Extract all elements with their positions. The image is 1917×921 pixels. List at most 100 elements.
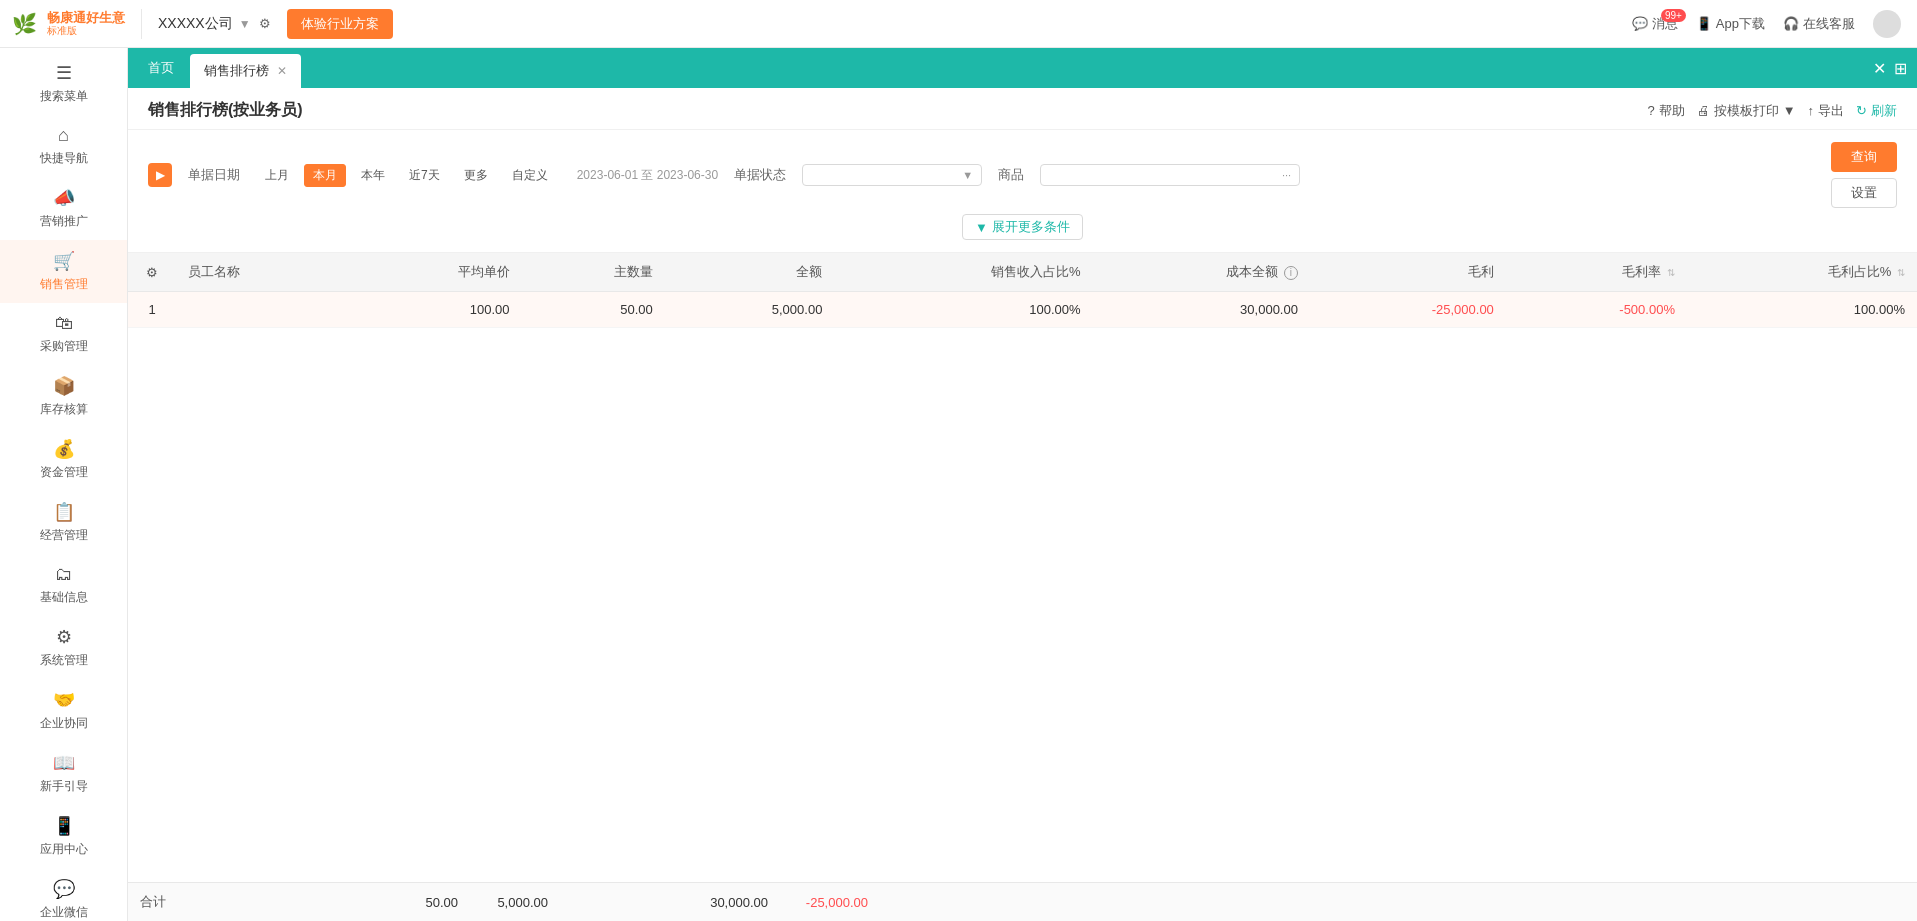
cost-info-icon[interactable]: i (1284, 266, 1298, 280)
status-select[interactable]: ▼ (802, 164, 982, 186)
expand-label: 展开更多条件 (992, 218, 1070, 236)
footer-cost: 30,000.00 (680, 895, 780, 910)
goods-more-icon[interactable]: ··· (1282, 169, 1291, 181)
date-label: 单据日期 (188, 166, 240, 184)
export-btn[interactable]: ↑ 导出 (1808, 102, 1845, 120)
page-actions: ? 帮助 🖨 按模板打印 ▼ ↑ 导出 ↻ 刷新 (1647, 102, 1897, 120)
help-label: 帮助 (1659, 102, 1685, 120)
wechat-icon: 💬 (53, 878, 75, 900)
sidebar-item-inventory[interactable]: 📦 库存核算 (0, 365, 127, 428)
print-chevron-icon: ▼ (1783, 103, 1796, 118)
download-icon: 📱 (1696, 16, 1712, 31)
message-icon: 💬 (1632, 16, 1648, 31)
sidebar-item-finance[interactable]: 💰 资金管理 (0, 428, 127, 491)
filter-right-btns: 查询 设置 (1831, 142, 1897, 208)
refresh-label: 刷新 (1871, 102, 1897, 120)
print-template-btn[interactable]: 🖨 按模板打印 ▼ (1697, 102, 1796, 120)
tab-close-all-icon[interactable]: ✕ (1873, 59, 1886, 78)
sidebar-item-basic-info[interactable]: 🗂 基础信息 (0, 554, 127, 616)
goods-select[interactable]: ··· (1040, 164, 1300, 186)
sidebar-item-quick-nav[interactable]: ⌂ 快捷导航 (0, 115, 127, 177)
expand-chevron-icon: ▼ (975, 220, 988, 235)
sidebar-label-operations: 经营管理 (40, 527, 88, 544)
cell-gross: -25,000.00 (1310, 292, 1506, 328)
date-options: 上月 本月 本年 近7天 更多 自定义 (256, 164, 557, 187)
sidebar-item-wechat[interactable]: 💬 企业微信 (0, 868, 127, 921)
date-btn-custom[interactable]: 自定义 (503, 164, 557, 187)
app-download-btn[interactable]: 📱 App下载 (1696, 15, 1765, 33)
th-gross: 毛利 (1310, 253, 1506, 292)
tab-close-icon[interactable]: ✕ (277, 64, 287, 78)
filter-collapse-btn[interactable]: ▶ (148, 163, 172, 187)
message-btn[interactable]: 💬 消息 99+ (1632, 15, 1678, 33)
settings-icon[interactable]: ⚙ (251, 10, 279, 38)
table-area: ⚙ 员工名称 平均单价 主数量 全额 销售收入占比% 成本全额 i 毛利 (128, 253, 1917, 882)
refresh-btn[interactable]: ↻ 刷新 (1856, 102, 1897, 120)
sidebar-item-marketing[interactable]: 📣 营销推广 (0, 177, 127, 240)
tab-home[interactable]: 首页 (132, 48, 190, 88)
company-chevron-icon[interactable]: ▼ (239, 17, 251, 31)
company-name: XXXXX公司 (158, 15, 233, 33)
date-btn-this-year[interactable]: 本年 (352, 164, 394, 187)
tab-restore-icon[interactable]: ⊞ (1894, 59, 1907, 78)
tab-bar-right: ✕ ⊞ (1873, 59, 1917, 78)
help-btn[interactable]: ? 帮助 (1647, 102, 1684, 120)
sidebar-label-inventory: 库存核算 (40, 401, 88, 418)
sidebar-label-basic-info: 基础信息 (40, 589, 88, 606)
sidebar-item-purchase[interactable]: 🛍 采购管理 (0, 303, 127, 365)
gross-rate-sort-icon[interactable]: ⇅ (1667, 267, 1675, 278)
sidebar-label-app-center: 应用中心 (40, 841, 88, 858)
divider (141, 9, 142, 39)
expand-btn[interactable]: ▼ 展开更多条件 (962, 214, 1083, 240)
guide-icon: 📖 (53, 752, 75, 774)
operations-icon: 📋 (53, 501, 75, 523)
cell-gross-rate: -500.00% (1506, 292, 1687, 328)
date-btn-last-7[interactable]: 近7天 (400, 164, 449, 187)
sidebar-item-sales[interactable]: 🛒 销售管理 (0, 240, 127, 303)
sidebar-label-system: 系统管理 (40, 652, 88, 669)
tab-sales-ranking[interactable]: 销售排行榜 ✕ (190, 54, 301, 88)
query-button[interactable]: 查询 (1831, 142, 1897, 172)
cell-name (176, 292, 349, 328)
online-service-label: 在线客服 (1803, 15, 1855, 33)
data-table: ⚙ 员工名称 平均单价 主数量 全额 销售收入占比% 成本全额 i 毛利 (128, 253, 1917, 328)
footer-amount: 5,000.00 (470, 895, 560, 910)
cell-sales-pct: 100.00% (834, 292, 1092, 328)
cell-cost-amount: 30,000.00 (1093, 292, 1310, 328)
footer-gross: -25,000.00 (780, 895, 880, 910)
sidebar-item-operations[interactable]: 📋 经营管理 (0, 491, 127, 554)
content-area: 首页 销售排行榜 ✕ ✕ ⊞ 销售排行榜(按业务员) ? 帮助 (128, 48, 1917, 921)
online-service-btn[interactable]: 🎧 在线客服 (1783, 15, 1855, 33)
basic-info-icon: 🗂 (55, 564, 73, 585)
user-avatar[interactable] (1873, 10, 1905, 38)
footer-cells: 50.00 5,000.00 30,000.00 -25,000.00 (190, 895, 1905, 910)
top-bar: 🌿 畅康通好生意 标准版 XXXXX公司 ▼ ⚙ 体验行业方案 💬 消息 99+… (0, 0, 1917, 48)
sidebar: ☰ 搜索菜单 ⌂ 快捷导航 📣 营销推广 🛒 销售管理 🛍 采购管理 📦 库存核… (0, 48, 128, 921)
footer-main-qty: 50.00 (390, 895, 470, 910)
sidebar-item-system[interactable]: ⚙ 系统管理 (0, 616, 127, 679)
th-amount: 全额 (665, 253, 835, 292)
sidebar-item-search[interactable]: ☰ 搜索菜单 (0, 52, 127, 115)
table-footer: 合计 50.00 5,000.00 30,000.00 -25,000.00 (128, 882, 1917, 921)
sidebar-label-wechat: 企业微信 (40, 904, 88, 921)
trial-button[interactable]: 体验行业方案 (287, 9, 393, 39)
export-icon: ↑ (1808, 103, 1815, 118)
cell-main-qty: 50.00 (522, 292, 665, 328)
settings-button[interactable]: 设置 (1831, 178, 1897, 208)
th-rank: ⚙ (128, 253, 176, 292)
gear-icon[interactable]: ⚙ (146, 265, 158, 280)
th-main-qty: 主数量 (522, 253, 665, 292)
date-btn-more[interactable]: 更多 (455, 164, 497, 187)
sidebar-item-enterprise[interactable]: 🤝 企业协同 (0, 679, 127, 742)
sidebar-item-app-center[interactable]: 📱 应用中心 (0, 805, 127, 868)
company-selector[interactable]: 🌿 畅康通好生意 标准版 XXXXX公司 ▼ (12, 9, 251, 39)
inventory-icon: 📦 (53, 375, 75, 397)
search-menu-icon: ☰ (56, 62, 72, 84)
date-btn-this-month[interactable]: 本月 (304, 164, 346, 187)
filter-row-1: ▶ 单据日期 上月 本月 本年 近7天 更多 自定义 2023-06-01 至 … (148, 142, 1897, 208)
status-chevron-icon: ▼ (962, 169, 973, 181)
tab-sales-ranking-label: 销售排行榜 (204, 62, 269, 80)
date-btn-prev-month[interactable]: 上月 (256, 164, 298, 187)
gross-pct-sort-icon[interactable]: ⇅ (1897, 267, 1905, 278)
sidebar-item-guide[interactable]: 📖 新手引导 (0, 742, 127, 805)
